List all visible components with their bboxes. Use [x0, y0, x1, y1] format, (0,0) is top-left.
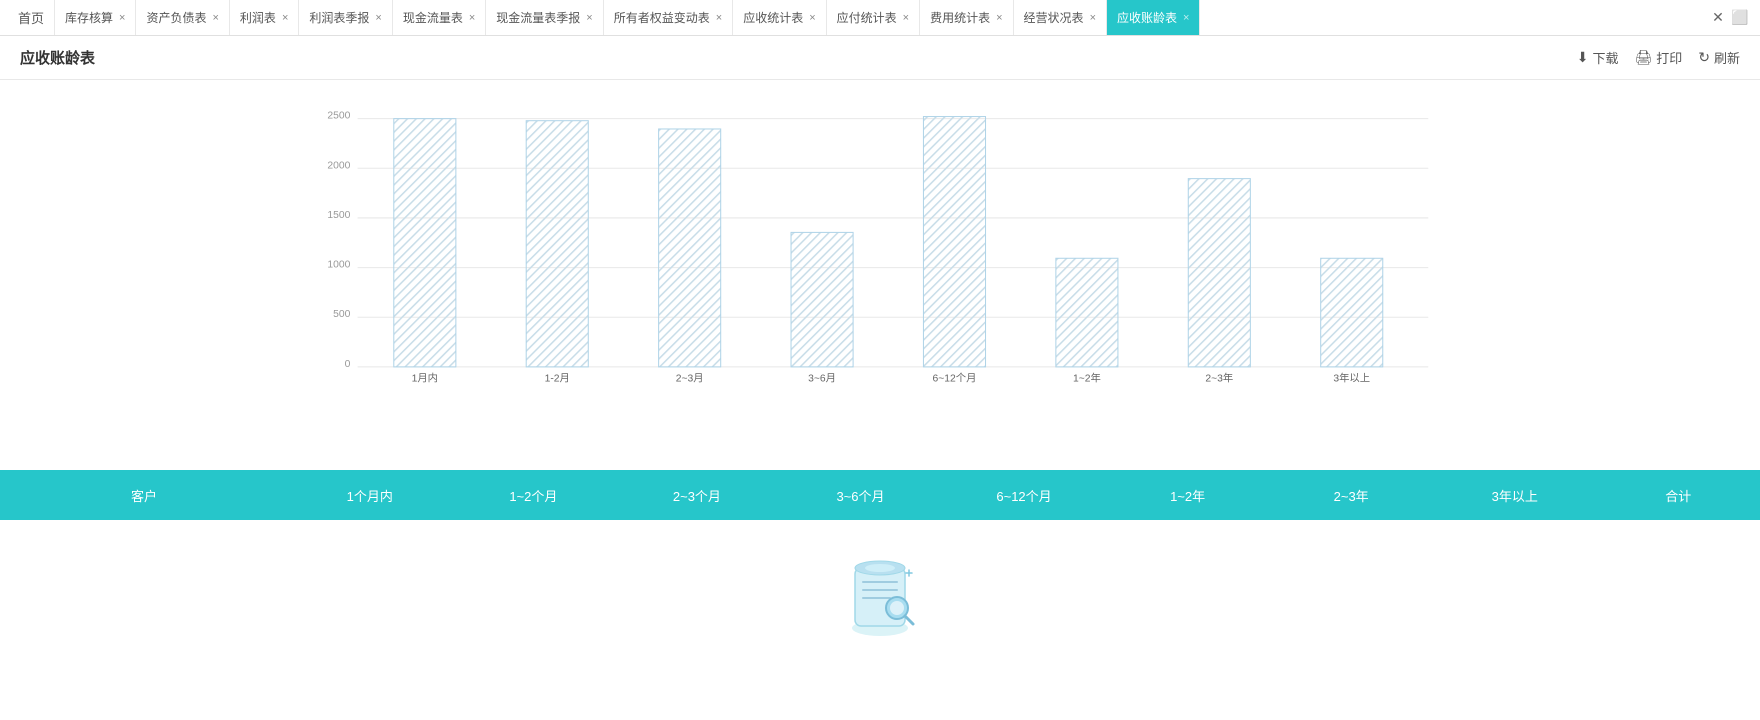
svg-text:1000: 1000	[327, 260, 350, 271]
tab-cashflow-quarter[interactable]: 现金流量表季报 ×	[486, 0, 603, 36]
tab-ap-stats[interactable]: 应付统计表 ×	[827, 0, 920, 36]
tab-inventory-close[interactable]: ×	[119, 12, 125, 24]
svg-text:3~6月: 3~6月	[808, 372, 836, 384]
svg-text:3年以上: 3年以上	[1333, 371, 1370, 384]
tab-ar-stats-close[interactable]: ×	[809, 12, 815, 24]
bar-1月内	[394, 119, 456, 367]
svg-text:6~12个月: 6~12个月	[933, 372, 977, 384]
print-icon: 🖨	[1634, 49, 1652, 66]
tab-equity[interactable]: 所有者权益变动表 ×	[604, 0, 733, 36]
th-customer: 客户	[0, 486, 288, 505]
table-header: 客户 1个月内 1~2个月 2~3个月 3~6个月 6~12个月 1~2年 2~…	[0, 470, 1760, 520]
tab-balance[interactable]: 资产负债表 ×	[136, 0, 229, 36]
main-content: 0 500 1000 1500 2000 2500 1月内 1-2月 2~3月	[0, 80, 1760, 720]
tab-cashflow-quarter-label: 现金流量表季报	[496, 9, 580, 26]
tab-cashflow-close[interactable]: ×	[469, 12, 475, 24]
tab-expense-stats-label: 费用统计表	[930, 9, 990, 26]
svg-text:0: 0	[345, 359, 351, 370]
bar-3年以上	[1321, 258, 1383, 367]
tab-ap-stats-close[interactable]: ×	[903, 12, 909, 24]
svg-text:1-2月: 1-2月	[545, 372, 570, 384]
tab-ar-stats[interactable]: 应收统计表 ×	[733, 0, 826, 36]
bar-chart: 0 500 1000 1500 2000 2500 1月内 1-2月 2~3月	[40, 100, 1720, 400]
tab-profit[interactable]: 利润表 ×	[230, 0, 299, 36]
tab-home[interactable]: 首页	[8, 0, 55, 36]
tab-home-label: 首页	[18, 8, 44, 27]
th-3-6month: 3~6个月	[779, 486, 943, 505]
tab-inventory-label: 库存核算	[65, 9, 113, 26]
tab-ar-aging[interactable]: 应收账龄表 ×	[1107, 0, 1200, 36]
tab-cashflow[interactable]: 现金流量表 ×	[393, 0, 486, 36]
refresh-label: 刷新	[1714, 48, 1740, 67]
page-title: 应收账龄表	[20, 47, 95, 68]
svg-text:2~3月: 2~3月	[676, 372, 704, 384]
svg-text:500: 500	[333, 309, 350, 320]
th-1month: 1个月内	[288, 486, 452, 505]
th-1-2year: 1~2年	[1106, 486, 1270, 505]
refresh-button[interactable]: ↻ 刷新	[1698, 48, 1740, 67]
svg-text:2000: 2000	[327, 160, 350, 171]
th-2-3month: 2~3个月	[615, 486, 779, 505]
tab-profit-quarter-close[interactable]: ×	[375, 12, 381, 24]
tab-inventory[interactable]: 库存核算 ×	[55, 0, 136, 36]
page-header: 应收账龄表 ⬇ 下载 🖨 打印 ↻ 刷新	[0, 36, 1760, 80]
refresh-icon: ↻	[1698, 49, 1710, 66]
th-2-3year: 2~3年	[1269, 486, 1433, 505]
bar-6-12月	[923, 117, 985, 367]
chart-area: 0 500 1000 1500 2000 2500 1月内 1-2月 2~3月	[0, 80, 1760, 470]
tab-cashflow-quarter-close[interactable]: ×	[586, 12, 592, 24]
tab-operations[interactable]: 经营状况表 ×	[1014, 0, 1107, 36]
th-total: 合计	[1597, 486, 1760, 505]
th-3year-plus: 3年以上	[1433, 486, 1597, 505]
window-maximize-btn[interactable]: ⬜	[1732, 10, 1748, 26]
tab-equity-close[interactable]: ×	[716, 12, 722, 24]
tab-profit-quarter[interactable]: 利润表季报 ×	[299, 0, 392, 36]
tab-expense-stats[interactable]: 费用统计表 ×	[920, 0, 1013, 36]
th-1-2month: 1~2个月	[452, 486, 616, 505]
svg-text:2~3年: 2~3年	[1205, 371, 1233, 384]
svg-text:1500: 1500	[327, 210, 350, 221]
tab-profit-label: 利润表	[240, 9, 276, 26]
th-6-12month: 6~12个月	[942, 486, 1106, 505]
bar-1-2月	[526, 121, 588, 367]
empty-illustration	[835, 550, 925, 643]
bar-2-3月	[659, 129, 721, 367]
tab-profit-quarter-label: 利润表季报	[309, 9, 369, 26]
tab-balance-close[interactable]: ×	[212, 12, 218, 24]
print-button[interactable]: 🖨 打印	[1634, 48, 1682, 67]
svg-text:1~2年: 1~2年	[1073, 371, 1101, 384]
print-label: 打印	[1656, 48, 1682, 67]
tab-ar-aging-close[interactable]: ×	[1183, 12, 1189, 24]
tab-balance-label: 资产负债表	[146, 9, 206, 26]
tab-ar-aging-label: 应收账龄表	[1117, 9, 1177, 26]
tab-ap-stats-label: 应付统计表	[837, 9, 897, 26]
tab-cashflow-label: 现金流量表	[403, 9, 463, 26]
window-controls: ✕ ⬜	[1710, 10, 1752, 26]
tab-expense-stats-close[interactable]: ×	[996, 12, 1002, 24]
download-button[interactable]: ⬇ 下载	[1577, 48, 1619, 67]
window-close-btn[interactable]: ✕	[1710, 10, 1726, 26]
download-icon: ⬇	[1577, 49, 1589, 66]
tab-ar-stats-label: 应收统计表	[743, 9, 803, 26]
bar-1-2年	[1056, 258, 1118, 367]
bar-2-3年	[1188, 179, 1250, 367]
tab-operations-close[interactable]: ×	[1090, 12, 1096, 24]
tab-operations-label: 经营状况表	[1024, 9, 1084, 26]
tab-bar: 首页 库存核算 × 资产负债表 × 利润表 × 利润表季报 × 现金流量表 × …	[0, 0, 1760, 36]
empty-icon	[835, 550, 925, 640]
download-label: 下载	[1592, 48, 1618, 67]
tab-profit-close[interactable]: ×	[282, 12, 288, 24]
empty-state	[0, 520, 1760, 643]
svg-text:2500: 2500	[327, 111, 350, 122]
svg-text:1月内: 1月内	[412, 371, 438, 384]
header-actions: ⬇ 下载 🖨 打印 ↻ 刷新	[1577, 48, 1740, 67]
bar-3-6月	[791, 232, 853, 366]
tab-equity-label: 所有者权益变动表	[614, 9, 710, 26]
